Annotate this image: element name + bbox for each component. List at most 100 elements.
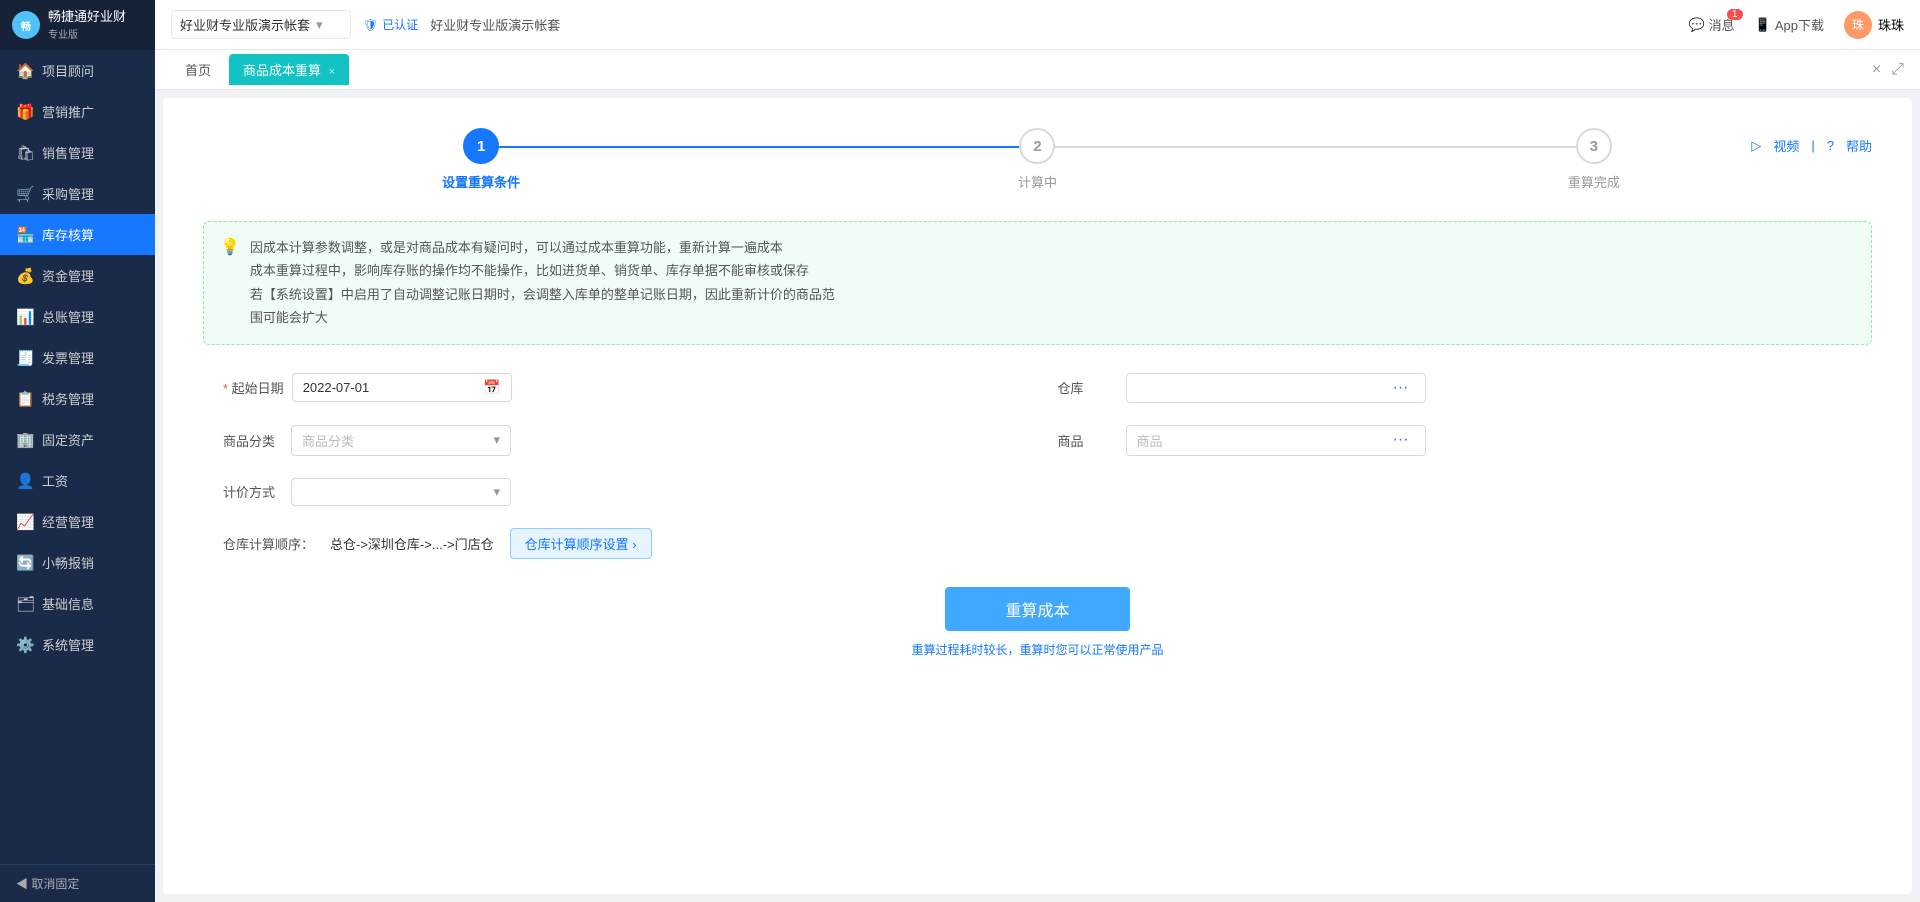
step-1-label: 设置重算条件 bbox=[442, 172, 520, 191]
sidebar-item-accounting[interactable]: 📊 总账管理 bbox=[0, 296, 155, 337]
price-method-select[interactable]: ▾ bbox=[291, 478, 511, 506]
price-method-label: 计价方式 bbox=[223, 482, 283, 501]
sidebar-item-basic[interactable]: 🗂 基础信息 bbox=[0, 583, 155, 624]
step-3-number: 3 bbox=[1590, 138, 1598, 155]
sidebar-item-payroll[interactable]: 👤 工资 bbox=[0, 460, 155, 501]
notice-line-3: 若【系统设置】中启用了自动调整记账日期时，会调整入库单的整单记账日期，因此重新计… bbox=[250, 283, 835, 306]
management-icon: 📈 bbox=[16, 513, 34, 531]
sidebar-item-finance[interactable]: 💰 资金管理 bbox=[0, 255, 155, 296]
category-field: 商品分类 商品分类 ▾ bbox=[223, 425, 1018, 456]
goods-label: 商品 bbox=[1058, 431, 1118, 450]
help-link[interactable]: 帮助 bbox=[1846, 136, 1872, 155]
payroll-icon: 👤 bbox=[16, 472, 34, 490]
app-title: 畅捷通好业财 bbox=[48, 9, 126, 26]
start-date-field: * 起始日期 2022-07-01 📅 bbox=[223, 373, 1018, 402]
goods-dots-icon[interactable]: ··· bbox=[1387, 431, 1415, 449]
step-2-circle: 2 bbox=[1019, 128, 1055, 164]
sidebar-item-inventory[interactable]: 🏪 库存核算 bbox=[0, 214, 155, 255]
start-date-input[interactable]: 2022-07-01 📅 bbox=[292, 373, 512, 402]
notice-line-2: 成本重算过程中，影响库存账的操作均不能操作，比如进货单、销货单、库存单据不能审核… bbox=[250, 259, 835, 282]
video-link[interactable]: 视频 bbox=[1773, 136, 1799, 155]
message-icon: 💬 bbox=[1688, 17, 1704, 33]
topbar-right: 💬 消息 1 📱 App下载 珠 珠珠 bbox=[1688, 11, 1904, 39]
app-download-button[interactable]: 📱 App下载 bbox=[1755, 15, 1824, 34]
sidebar-item-label: 固定资产 bbox=[42, 430, 94, 449]
tabbar-right-actions: × ⤢ bbox=[1872, 61, 1904, 79]
sidebar-item-management[interactable]: 📈 经营管理 bbox=[0, 501, 155, 542]
sidebar-item-label: 采购管理 bbox=[42, 184, 94, 203]
warehouse-order-value: 总仓->深圳仓库->...->门店仓 bbox=[330, 534, 494, 553]
account-select[interactable]: 好业财专业版演示帐套 ▾ bbox=[171, 10, 351, 39]
stepper-help-links: ▷ 视频 | ? 帮助 bbox=[1751, 136, 1872, 155]
sidebar-item-sales[interactable]: 🛍 销售管理 bbox=[0, 132, 155, 173]
sidebar-item-label: 发票管理 bbox=[42, 348, 94, 367]
step-2-number: 2 bbox=[1033, 138, 1041, 155]
warehouse-input[interactable]: ··· bbox=[1126, 373, 1426, 403]
sidebar-item-purchase[interactable]: 🛒 采购管理 bbox=[0, 173, 155, 214]
sidebar: 畅 畅捷通好业财 专业版 🏠 项目顾问 🎁 营销推广 🛍 销售管理 🛒 采购管理… bbox=[0, 0, 155, 902]
avatar: 珠 bbox=[1844, 11, 1872, 39]
goods-placeholder: 商品 bbox=[1137, 431, 1163, 450]
sidebar-item-label: 小畅报销 bbox=[42, 553, 94, 572]
expense-icon: 🔄 bbox=[16, 554, 34, 572]
sidebar-footer-unpin[interactable]: ◀ 取消固定 bbox=[0, 864, 155, 902]
step-3-circle: 3 bbox=[1576, 128, 1612, 164]
step-2-label: 计算中 bbox=[1018, 172, 1057, 191]
user-menu[interactable]: 珠 珠珠 bbox=[1844, 11, 1904, 39]
notice-line-1: 因成本计算参数调整，或是对商品成本有疑问时，可以通过成本重算功能，重新计算一遍成… bbox=[250, 236, 835, 259]
main-content: 1 设置重算条件 2 计算中 3 重算完成 ▷ 视频 bbox=[163, 98, 1912, 894]
calendar-icon[interactable]: 📅 bbox=[483, 379, 500, 396]
sidebar-item-label: 工资 bbox=[42, 471, 68, 490]
tab-active-label: 商品成本重算 bbox=[243, 63, 321, 78]
separator: | bbox=[1811, 138, 1814, 153]
category-select[interactable]: 商品分类 ▾ bbox=[291, 425, 511, 456]
sidebar-item-system[interactable]: ⚙️ 系统管理 bbox=[0, 624, 155, 665]
form-row-1: * 起始日期 2022-07-01 📅 仓库 ··· bbox=[223, 373, 1852, 403]
invoice-icon: 🧾 bbox=[16, 349, 34, 367]
message-button[interactable]: 💬 消息 1 bbox=[1688, 15, 1734, 34]
warehouse-order-label: 仓库计算顺序： bbox=[223, 534, 314, 553]
tab-home-label: 首页 bbox=[185, 63, 211, 78]
warehouse-order-row: 仓库计算顺序： 总仓->深圳仓库->...->门店仓 仓库计算顺序设置 › bbox=[203, 528, 1872, 559]
app-title-block: 畅捷通好业财 专业版 bbox=[48, 9, 126, 41]
certified-label: 已认证 bbox=[382, 16, 418, 33]
tab-home[interactable]: 首页 bbox=[171, 54, 225, 85]
category-placeholder: 商品分类 bbox=[302, 431, 354, 450]
form-section: * 起始日期 2022-07-01 📅 仓库 ··· 商 bbox=[203, 373, 1872, 506]
submit-button[interactable]: 重算成本 bbox=[945, 587, 1129, 631]
dropdown-arrow-icon: ▾ bbox=[316, 17, 323, 33]
sidebar-item-tax[interactable]: 📋 税务管理 bbox=[0, 378, 155, 419]
project-icon: 🏠 bbox=[16, 62, 34, 80]
sidebar-item-label: 经营管理 bbox=[42, 512, 94, 531]
tabbar: 首页 商品成本重算 × × ⤢ bbox=[155, 50, 1920, 90]
dropdown-arrow-icon-2: ▾ bbox=[493, 484, 500, 500]
marketing-icon: 🎁 bbox=[16, 103, 34, 121]
warehouse-dots-icon[interactable]: ··· bbox=[1387, 379, 1415, 397]
close-window-icon[interactable]: × bbox=[1872, 61, 1881, 79]
sidebar-item-label: 税务管理 bbox=[42, 389, 94, 408]
notice-box: 💡 因成本计算参数调整，或是对商品成本有疑问时，可以通过成本重算功能，重新计算一… bbox=[203, 221, 1872, 345]
expand-window-icon[interactable]: ⤢ bbox=[1891, 61, 1904, 79]
sidebar-item-expense[interactable]: 🔄 小畅报销 bbox=[0, 542, 155, 583]
step-3-label: 重算完成 bbox=[1568, 172, 1620, 191]
sidebar-item-invoice[interactable]: 🧾 发票管理 bbox=[0, 337, 155, 378]
help-icon: ? bbox=[1827, 138, 1834, 153]
sidebar-item-assets[interactable]: 🏢 固定资产 bbox=[0, 419, 155, 460]
video-icon: ▷ bbox=[1751, 138, 1761, 154]
step-1: 1 设置重算条件 bbox=[203, 128, 759, 191]
sidebar-menu: 🏠 项目顾问 🎁 营销推广 🛍 销售管理 🛒 采购管理 🏪 库存核算 💰 资金管… bbox=[0, 50, 155, 864]
tab-close-icon[interactable]: × bbox=[329, 66, 335, 78]
start-date-value: 2022-07-01 bbox=[303, 380, 370, 395]
tab-cost-recalc[interactable]: 商品成本重算 × bbox=[229, 54, 349, 85]
step-1-number: 1 bbox=[477, 138, 485, 155]
warehouse-order-settings-button[interactable]: 仓库计算顺序设置 › bbox=[510, 528, 652, 559]
accounting-icon: 📊 bbox=[16, 308, 34, 326]
topbar: 好业财专业版演示帐套 ▾ 🛡 已认证 好业财专业版演示帐套 💬 消息 1 📱 A… bbox=[155, 0, 1920, 50]
step-2: 2 计算中 bbox=[759, 128, 1315, 191]
sidebar-item-marketing[interactable]: 🎁 营销推广 bbox=[0, 91, 155, 132]
sidebar-item-label: 系统管理 bbox=[42, 635, 94, 654]
sidebar-item-project[interactable]: 🏠 项目顾问 bbox=[0, 50, 155, 91]
goods-input[interactable]: 商品 ··· bbox=[1126, 425, 1426, 456]
assets-icon: 🏢 bbox=[16, 431, 34, 449]
price-method-field: 计价方式 ▾ bbox=[223, 478, 1018, 506]
